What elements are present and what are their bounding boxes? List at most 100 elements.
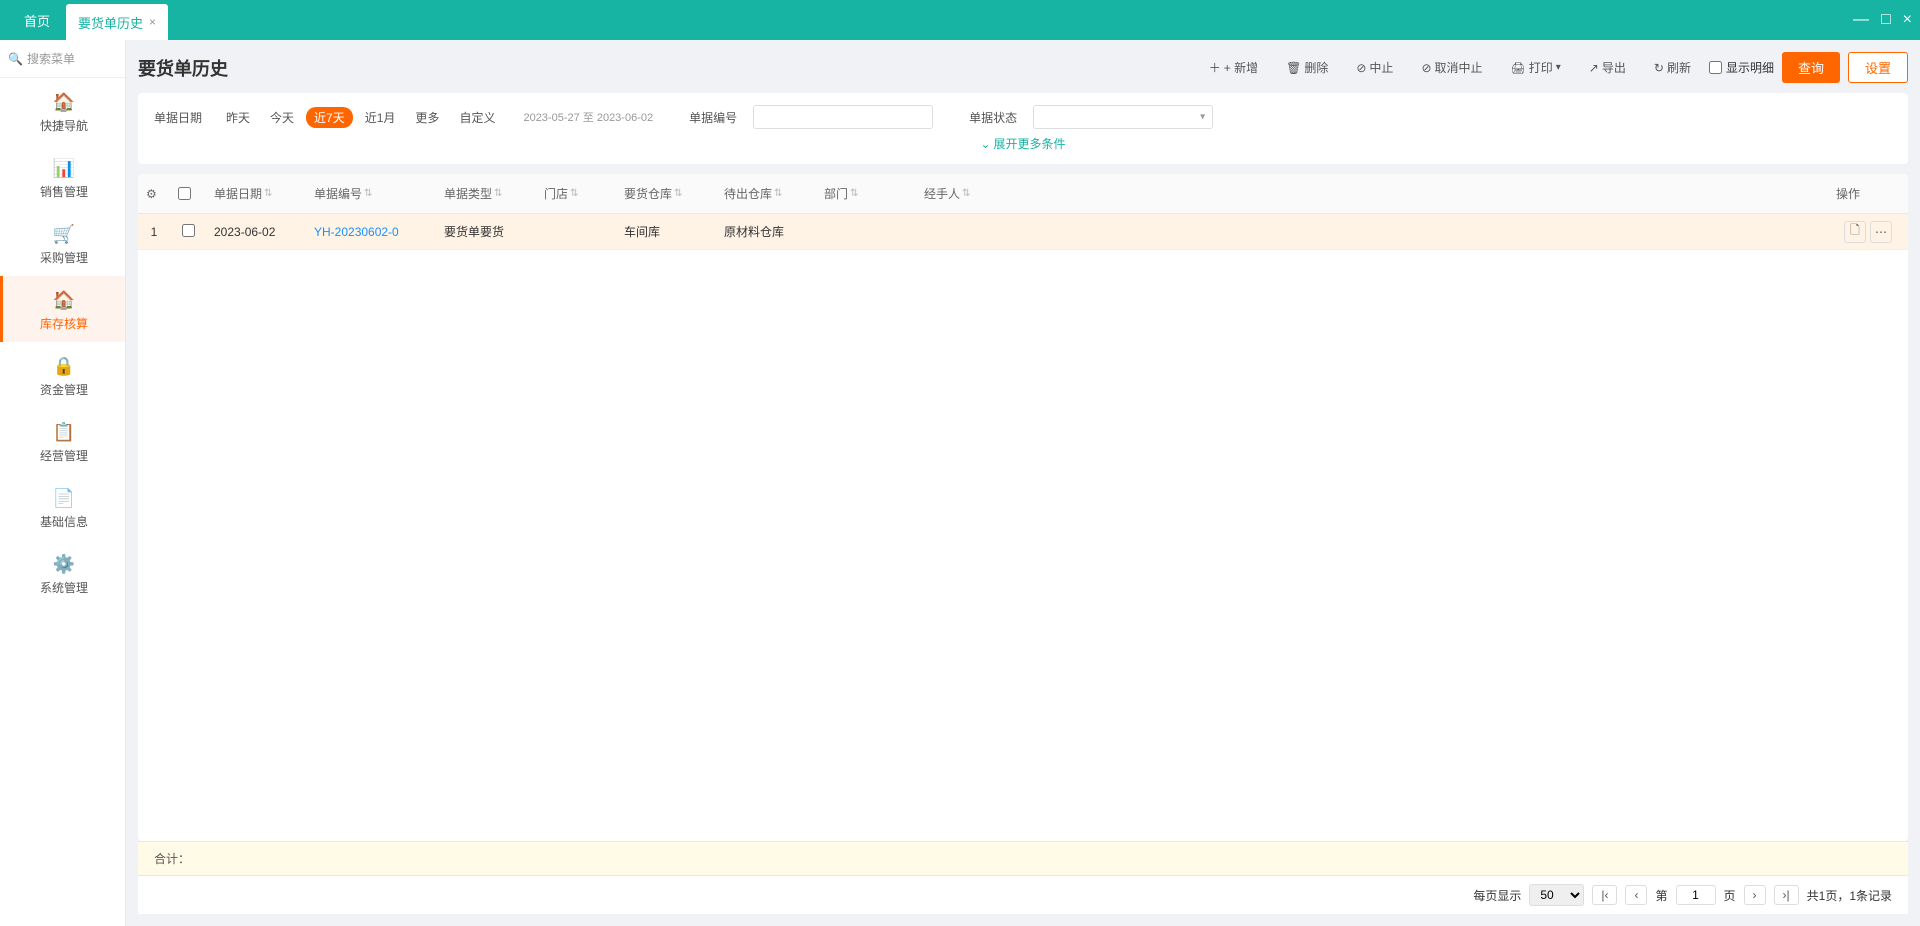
sidebar-item-purchase[interactable]: 🛒 采购管理 xyxy=(0,210,125,276)
th-wait-wh[interactable]: 待出仓库 ⇅ xyxy=(716,179,816,208)
sidebar-item-sales[interactable]: 📊 销售管理 xyxy=(0,144,125,210)
sidebar-item-finance[interactable]: 🔒 资金管理 xyxy=(0,342,125,408)
th-store[interactable]: 门店 ⇅ xyxy=(536,179,616,208)
print-button[interactable]: 🖨 打印 ▾ xyxy=(1501,54,1571,81)
toolbar: ＋ + 新增 🗑 删除 ⊘ 中止 ⊘ 取消中止 🖨 打印 xyxy=(1199,52,1908,83)
search-icon: 🔍 xyxy=(8,52,23,66)
td-date-1: 2023-06-02 xyxy=(206,219,306,245)
th-check[interactable] xyxy=(170,181,206,206)
doc-link-1[interactable]: YH-20230602-0 xyxy=(314,225,399,239)
expand-row: ⌄ 展开更多条件 xyxy=(154,135,1892,152)
window-close-icon[interactable]: × xyxy=(1903,11,1912,29)
sidebar-item-label-sales: 销售管理 xyxy=(40,183,88,200)
last-page-button[interactable]: ›| xyxy=(1774,885,1799,905)
view-detail-icon[interactable]: 🗋 xyxy=(1844,221,1866,243)
table-header: ⚙ 单据日期 ⇅ 单据编号 ⇅ 单据类型 ⇅ 门店 ⇅ xyxy=(138,174,1908,214)
basic-info-icon: 📄 xyxy=(53,488,75,509)
td-wait-wh-1: 原材料仓库 xyxy=(716,217,816,246)
cancel-stop-button[interactable]: ⊘ 取消中止 xyxy=(1411,54,1492,81)
sales-icon: 📊 xyxy=(53,158,75,179)
th-type[interactable]: 单据类型 ⇅ xyxy=(436,179,536,208)
tab-home[interactable]: 首页 xyxy=(8,0,66,40)
print-chevron-icon: ▾ xyxy=(1556,62,1561,73)
tab-active[interactable]: 要货单历史 × xyxy=(66,4,168,40)
display-detail-checkbox-label[interactable]: 显示明细 xyxy=(1709,59,1774,76)
search-menu-label: 搜索菜单 xyxy=(27,50,75,67)
date-btn-custom[interactable]: 自定义 xyxy=(451,107,503,128)
sidebar-item-label-operations: 经营管理 xyxy=(40,447,88,464)
td-ops-1: 🗋 ⋯ xyxy=(1828,215,1908,249)
sidebar-item-label-basic-info: 基础信息 xyxy=(40,513,88,530)
sidebar-item-inventory[interactable]: 🏠 库存核算 xyxy=(0,276,125,342)
td-handler-1 xyxy=(916,226,1828,238)
td-req-wh-1: 车间库 xyxy=(616,217,716,246)
export-button[interactable]: ↗ 导出 xyxy=(1579,54,1636,81)
query-button[interactable]: 查询 xyxy=(1782,52,1840,83)
sidebar: 🔍 搜索菜单 🏠 快捷导航 📊 销售管理 🛒 采购管理 🏠 库存核算 🔒 资金管… xyxy=(0,40,126,926)
status-select-wrapper xyxy=(1033,105,1213,129)
stop-button[interactable]: ⊘ 中止 xyxy=(1346,54,1403,81)
sidebar-item-home[interactable]: 🏠 快捷导航 xyxy=(0,78,125,144)
date-btn-today[interactable]: 今天 xyxy=(262,107,302,128)
doc-num-input[interactable] xyxy=(753,105,933,129)
sidebar-item-label-system: 系统管理 xyxy=(40,579,88,596)
sidebar-item-label-home: 快捷导航 xyxy=(40,117,88,134)
date-filter-label: 单据日期 xyxy=(154,109,202,126)
refresh-button[interactable]: ↻ 刷新 xyxy=(1644,54,1701,81)
minimize-icon[interactable]: — xyxy=(1853,11,1869,29)
th-num[interactable]: 单据编号 ⇅ xyxy=(306,179,436,208)
date-btn-7days[interactable]: 近7天 xyxy=(306,107,353,128)
expand-more-button[interactable]: ⌄ 展开更多条件 xyxy=(980,135,1065,152)
maximize-icon[interactable]: □ xyxy=(1881,11,1891,29)
th-ops: 操作 xyxy=(1828,179,1908,208)
first-page-button[interactable]: |‹ xyxy=(1592,885,1617,905)
sidebar-item-system[interactable]: ⚙️ 系统管理 xyxy=(0,540,125,606)
new-button[interactable]: ＋ + 新增 xyxy=(1199,54,1268,81)
filter-row: 单据日期 昨天 今天 近7天 近1月 更多 自定义 2023-05-27 至 2… xyxy=(154,105,1892,129)
settings-button[interactable]: 设置 xyxy=(1848,52,1908,83)
page-title: 要货单历史 xyxy=(138,55,228,81)
finance-icon: 🔒 xyxy=(53,356,75,377)
sidebar-item-label-finance: 资金管理 xyxy=(40,381,88,398)
print-icon: 🖨 xyxy=(1511,61,1526,75)
status-select[interactable] xyxy=(1033,105,1213,129)
delete-button[interactable]: 🗑 删除 xyxy=(1276,54,1338,81)
sidebar-item-basic-info[interactable]: 📄 基础信息 xyxy=(0,474,125,540)
page-size-select[interactable]: 50 100 xyxy=(1529,884,1584,906)
td-check-1[interactable] xyxy=(170,218,206,246)
date-btn-yesterday[interactable]: 昨天 xyxy=(218,107,258,128)
td-num-1[interactable]: YH-20230602-0 xyxy=(306,219,436,245)
prev-page-button[interactable]: ‹ xyxy=(1625,885,1647,905)
export-icon: ↗ xyxy=(1589,61,1599,75)
row-checkbox-1[interactable] xyxy=(182,224,195,237)
expand-icon: ⌄ xyxy=(980,137,990,151)
page-input[interactable] xyxy=(1676,885,1716,905)
page-title-bar: 要货单历史 ＋ + 新增 🗑 删除 ⊘ 中止 ⊘ 取消中止 xyxy=(138,52,1908,83)
sort-date-icon: ⇅ xyxy=(264,188,272,199)
th-settings[interactable]: ⚙ xyxy=(138,181,170,207)
th-dept[interactable]: 部门 ⇅ xyxy=(816,179,916,208)
display-detail-checkbox[interactable] xyxy=(1709,61,1722,74)
date-filter-buttons: 昨天 今天 近7天 近1月 更多 自定义 xyxy=(218,107,503,128)
top-bar: 首页 要货单历史 × — □ × xyxy=(0,0,1920,40)
td-store-1 xyxy=(536,226,616,238)
filter-panel: 单据日期 昨天 今天 近7天 近1月 更多 自定义 2023-05-27 至 2… xyxy=(138,93,1908,164)
sidebar-item-operations[interactable]: 📋 经营管理 xyxy=(0,408,125,474)
tab-close-icon[interactable]: × xyxy=(149,15,156,29)
td-dept-1 xyxy=(816,226,916,238)
th-handler[interactable]: 经手人 ⇅ xyxy=(916,179,1828,208)
next-page-button[interactable]: › xyxy=(1744,885,1766,905)
date-btn-1month[interactable]: 近1月 xyxy=(357,107,404,128)
select-all-checkbox[interactable] xyxy=(178,187,191,200)
sort-req-wh-icon: ⇅ xyxy=(674,188,682,199)
date-btn-more[interactable]: 更多 xyxy=(407,107,447,128)
sort-store-icon: ⇅ xyxy=(570,188,578,199)
more-ops-icon[interactable]: ⋯ xyxy=(1870,221,1892,243)
th-date[interactable]: 单据日期 ⇅ xyxy=(206,179,306,208)
sort-dept-icon: ⇅ xyxy=(850,188,858,199)
operations-icon: 📋 xyxy=(53,422,75,443)
th-req-wh[interactable]: 要货仓库 ⇅ xyxy=(616,179,716,208)
search-menu[interactable]: 🔍 搜索菜单 xyxy=(0,40,125,78)
table-row: 1 2023-06-02 YH-20230602-0 要货单要货 车间库 原材料… xyxy=(138,214,1908,250)
page-label: 第 xyxy=(1655,887,1667,904)
